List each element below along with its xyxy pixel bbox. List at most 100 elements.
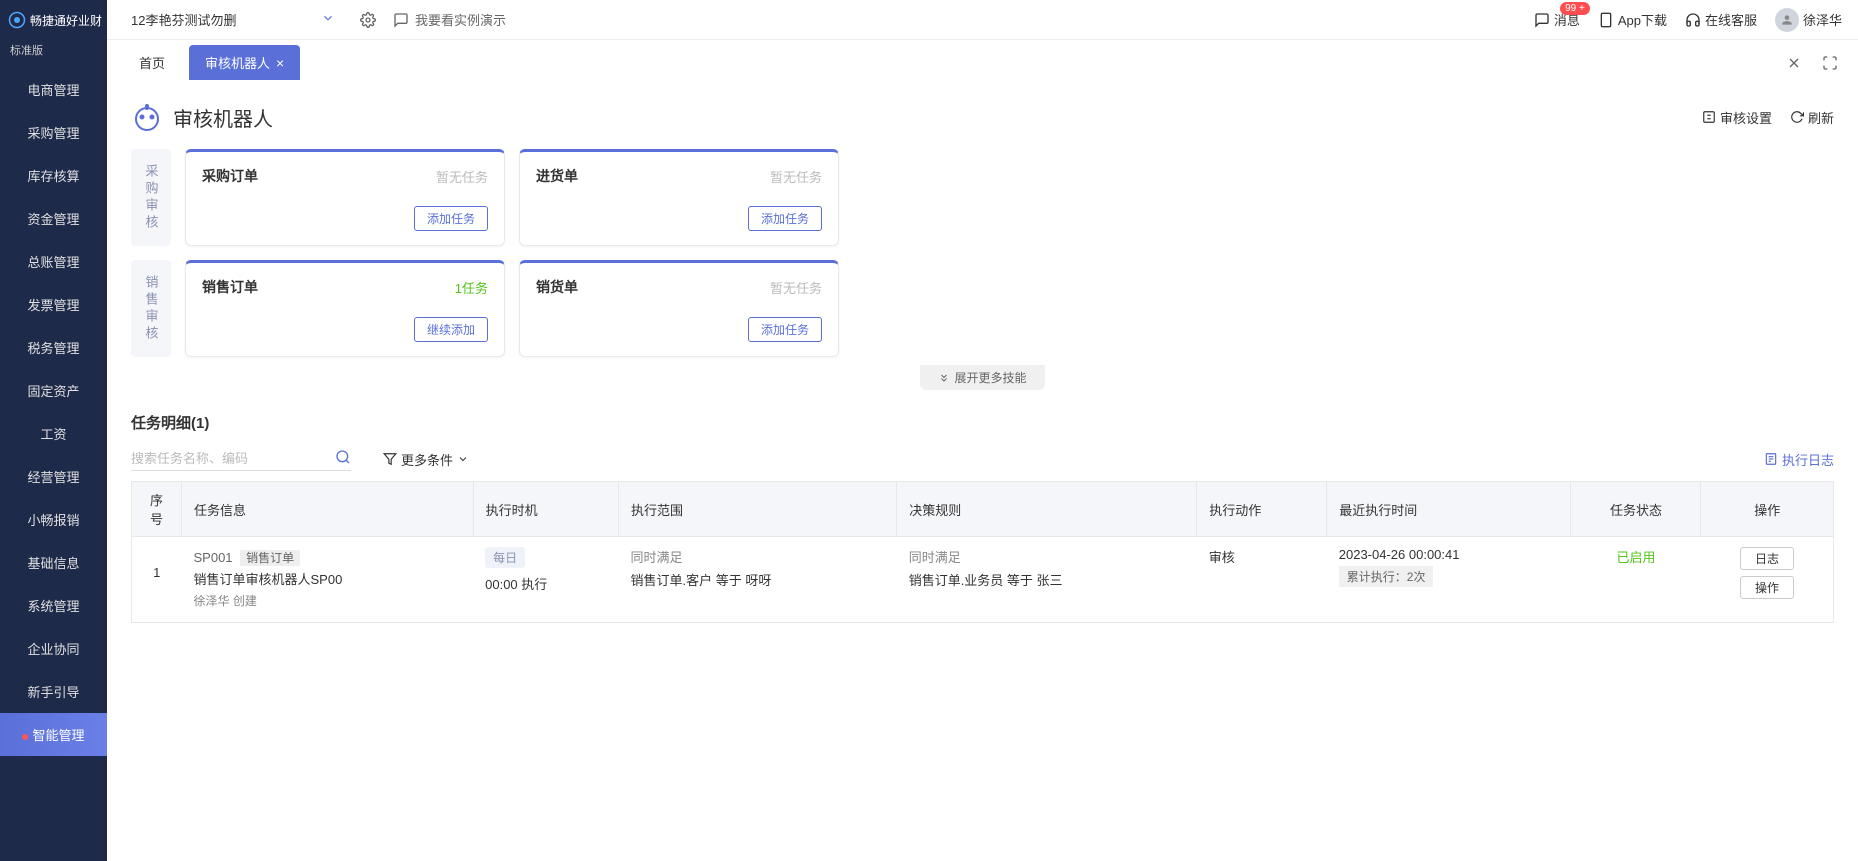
sidebar-item[interactable]: 电商管理 (0, 68, 107, 111)
search-icon[interactable] (335, 449, 351, 468)
cell-last-time: 2023-04-26 00:00:41 累计执行：2次 (1327, 537, 1571, 623)
sections: 采购审核采购订单暂无任务添加任务进货单暂无任务添加任务销售审核销售订单1任务继续… (131, 149, 1834, 357)
sidebar-item[interactable]: 税务管理 (0, 326, 107, 369)
audit-settings-button[interactable]: 审核设置 (1702, 108, 1772, 127)
sidebar-item[interactable]: 系统管理 (0, 584, 107, 627)
column-header: 任务状态 (1571, 482, 1701, 537)
row-log-button[interactable]: 日志 (1740, 547, 1794, 570)
task-type-tag: 销售订单 (240, 550, 300, 566)
fullscreen-icon[interactable] (1818, 51, 1842, 75)
page-title: 审核机器人 (173, 103, 273, 132)
logo-icon (8, 11, 26, 29)
sidebar-item[interactable]: 智能管理 (0, 713, 107, 756)
robot-icon (131, 101, 163, 133)
add-task-button[interactable]: 添加任务 (748, 317, 822, 342)
sidebar-item[interactable]: 采购管理 (0, 111, 107, 154)
tabs-bar: 首页 审核机器人 × (107, 40, 1858, 85)
org-selector[interactable]: 12李艳芬测试勿删 (123, 6, 343, 33)
sidebar-item[interactable]: 固定资产 (0, 369, 107, 412)
expand-more-button[interactable]: 展开更多技能 (920, 365, 1044, 390)
messages-button[interactable]: 消息 99 + (1534, 10, 1580, 29)
tab-audit-label: 审核机器人 (205, 53, 270, 72)
task-detail-title: 任务明细(1) (131, 412, 1834, 433)
tab-home-label: 首页 (139, 53, 165, 72)
add-task-button[interactable]: 添加任务 (748, 206, 822, 231)
exec-count: 累计执行：2次 (1339, 566, 1434, 587)
last-exec-time: 2023-04-26 00:00:41 (1339, 547, 1559, 562)
cell-scope: 同时满足 销售订单.客户 等于 呀呀 (619, 537, 897, 623)
cell-timing: 每日 00:00 执行 (473, 537, 618, 623)
card-title: 进货单 (536, 166, 578, 186)
row-operate-button[interactable]: 操作 (1740, 576, 1794, 599)
demo-label: 我要看实例演示 (415, 10, 506, 29)
close-icon[interactable] (1782, 51, 1806, 75)
expand-label: 展开更多技能 (954, 369, 1026, 386)
table-row: 1 SP001 销售订单 销售订单审核机器人SP00 徐泽华 创建 (132, 537, 1834, 623)
page-header: 审核机器人 审核设置 刷新 (131, 85, 1834, 149)
rule-body: 销售订单.业务员 等于 张三 (909, 570, 1185, 589)
status-badge: 已启用 (1616, 550, 1655, 565)
cell-task-info: SP001 销售订单 销售订单审核机器人SP00 徐泽华 创建 (194, 547, 462, 612)
filter-label: 更多条件 (401, 450, 453, 469)
service-button[interactable]: 在线客服 (1685, 10, 1757, 29)
task-code: SP001 (194, 550, 233, 565)
timing-tag: 每日 (485, 547, 525, 568)
service-label: 在线客服 (1705, 10, 1757, 29)
sidebar-item[interactable]: 资金管理 (0, 197, 107, 240)
task-name: 销售订单审核机器人SP00 (194, 569, 462, 591)
timing-text: 00:00 执行 (485, 574, 606, 593)
search-input[interactable] (131, 447, 335, 470)
tab-audit-robot[interactable]: 审核机器人 × (189, 45, 300, 80)
card-title: 销货单 (536, 277, 578, 297)
sidebar-item[interactable]: 经营管理 (0, 455, 107, 498)
more-filters-button[interactable]: 更多条件 (383, 450, 469, 469)
user-menu[interactable]: 徐泽华 (1775, 8, 1842, 32)
search-box (131, 447, 351, 471)
section-row: 销售审核销售订单1任务继续添加销货单暂无任务添加任务 (131, 260, 1834, 357)
section-label: 销售审核 (131, 260, 171, 357)
settings-label: 审核设置 (1720, 108, 1772, 127)
download-button[interactable]: App下载 (1598, 10, 1667, 29)
sidebar-item[interactable]: 库存核算 (0, 154, 107, 197)
execution-log-link[interactable]: 执行日志 (1764, 450, 1834, 469)
tab-home[interactable]: 首页 (123, 45, 181, 80)
cell-operations: 日志 操作 (1701, 537, 1834, 623)
column-header: 任务信息 (182, 482, 474, 537)
task-detail-section: 任务明细(1) 更多条件 (131, 412, 1834, 623)
column-header: 执行动作 (1197, 482, 1327, 537)
cell-seq: 1 (132, 537, 182, 623)
close-tab-icon[interactable]: × (276, 55, 284, 71)
task-card: 销货单暂无任务添加任务 (519, 260, 839, 357)
nav-menu: 电商管理采购管理库存核算资金管理总账管理发票管理税务管理固定资产工资经营管理小畅… (0, 60, 107, 861)
org-name: 12李艳芬测试勿删 (131, 10, 236, 29)
sidebar: 畅捷通好业财 标准版 电商管理采购管理库存核算资金管理总账管理发票管理税务管理固… (0, 0, 107, 861)
user-name: 徐泽华 (1803, 10, 1842, 29)
column-header: 执行范围 (619, 482, 897, 537)
download-label: App下载 (1618, 10, 1667, 29)
sidebar-item[interactable]: 总账管理 (0, 240, 107, 283)
sidebar-item[interactable]: 发票管理 (0, 283, 107, 326)
edition-label: 标准版 (0, 40, 107, 60)
card-title: 采购订单 (202, 166, 258, 186)
sidebar-item[interactable]: 新手引导 (0, 670, 107, 713)
logo: 畅捷通好业财 (0, 0, 107, 40)
sidebar-item[interactable]: 工资 (0, 412, 107, 455)
demo-link[interactable]: 我要看实例演示 (393, 10, 506, 29)
card-status: 1任务 (455, 278, 488, 297)
sidebar-item[interactable]: 基础信息 (0, 541, 107, 584)
section-label: 采购审核 (131, 149, 171, 246)
task-card: 采购订单 暂无任务添加任务 (185, 149, 505, 246)
section-row: 采购审核 采购订单 暂无任务添加任务 进货单 暂无任务添加任务 (131, 149, 1834, 246)
column-header: 决策规则 (897, 482, 1197, 537)
sidebar-item[interactable]: 企业协同 (0, 627, 107, 670)
add-task-button[interactable]: 添加任务 (414, 206, 488, 231)
card-status: 暂无任务 (770, 167, 822, 186)
refresh-button[interactable]: 刷新 (1790, 108, 1834, 127)
card-status: 暂无任务 (436, 167, 488, 186)
add-task-button[interactable]: 继续添加 (414, 317, 488, 342)
scope-body: 销售订单.客户 等于 呀呀 (631, 570, 885, 589)
gear-icon[interactable] (359, 11, 377, 29)
cell-status: 已启用 (1571, 537, 1701, 623)
cell-rule: 同时满足 销售订单.业务员 等于 张三 (897, 537, 1197, 623)
sidebar-item[interactable]: 小畅报销 (0, 498, 107, 541)
